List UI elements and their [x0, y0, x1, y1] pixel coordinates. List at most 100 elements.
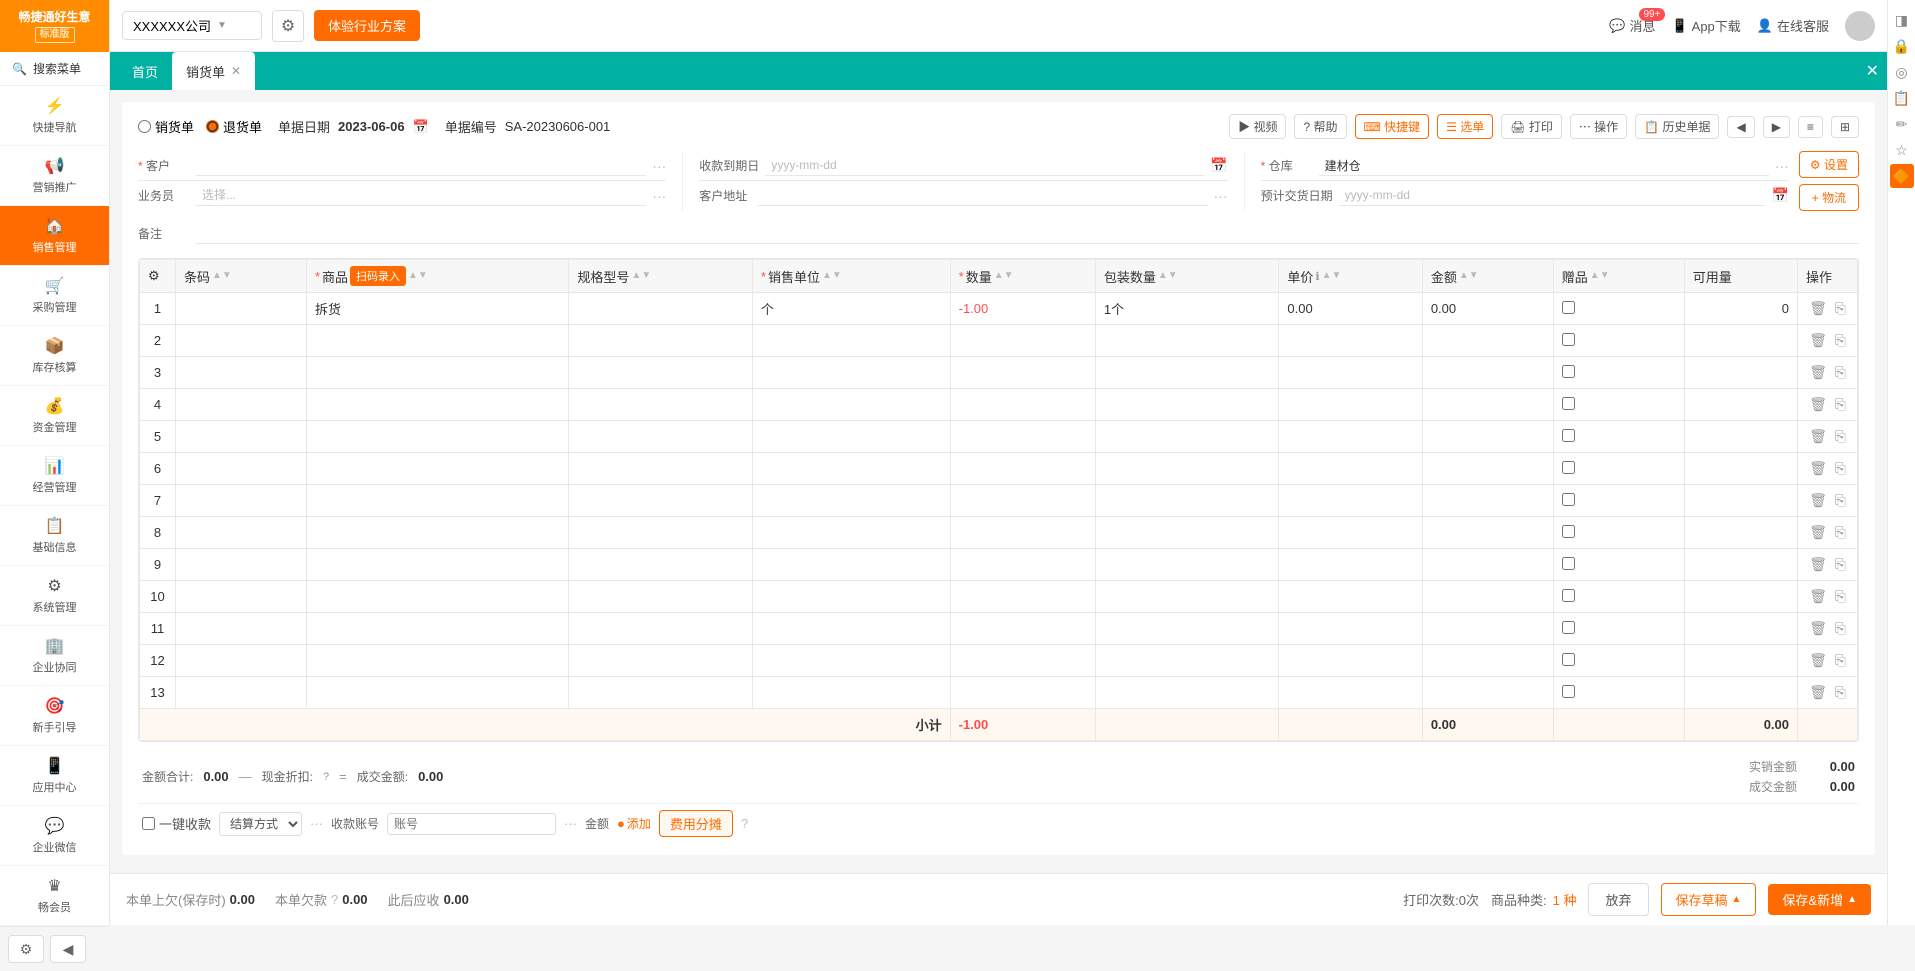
- radio-sale-input[interactable]: [138, 120, 151, 133]
- row-unit[interactable]: [752, 389, 950, 421]
- row-pkgqty[interactable]: [1095, 325, 1279, 357]
- row-price[interactable]: [1279, 325, 1422, 357]
- row-unit[interactable]: [752, 645, 950, 677]
- row-gift[interactable]: [1553, 453, 1684, 485]
- row-gift[interactable]: [1553, 293, 1684, 325]
- sidebar-item-system[interactable]: ⚙系统管理: [0, 566, 109, 626]
- delete-row-icon[interactable]: 🗑: [1809, 524, 1827, 540]
- sidebar-item-operations[interactable]: 📊经营管理: [0, 446, 109, 506]
- row-spec[interactable]: [569, 677, 753, 709]
- sidebar-item-quick-nav[interactable]: ⚡快捷导航: [0, 86, 109, 146]
- row-pkgqty[interactable]: [1095, 549, 1279, 581]
- sidebar-item-marketing[interactable]: 📢营销推广: [0, 146, 109, 206]
- price-info-icon[interactable]: ℹ: [1315, 270, 1319, 283]
- row-product[interactable]: [306, 677, 568, 709]
- row-pkgqty[interactable]: [1095, 517, 1279, 549]
- copy-row-icon[interactable]: ⎘: [1835, 652, 1846, 668]
- product-sort-icon[interactable]: ▲▼: [408, 271, 428, 281]
- copy-row-icon[interactable]: ⎘: [1835, 588, 1846, 604]
- calendar-icon-2[interactable]: 📅: [1771, 187, 1788, 204]
- account-input[interactable]: [387, 813, 556, 835]
- row-qty[interactable]: [950, 613, 1095, 645]
- company-selector[interactable]: XXXXXX公司 ▼: [122, 11, 262, 40]
- row-spec[interactable]: [569, 613, 753, 645]
- calc-method-select[interactable]: 结算方式: [219, 812, 302, 836]
- row-amount[interactable]: [1422, 421, 1553, 453]
- rt-btn-3[interactable]: ◎: [1890, 60, 1914, 84]
- sidebar-item-basic-info[interactable]: 📋基础信息: [0, 506, 109, 566]
- row-gift[interactable]: [1553, 485, 1684, 517]
- sidebar-search[interactable]: 🔍 搜索菜单: [0, 52, 109, 86]
- row-gift[interactable]: [1553, 549, 1684, 581]
- radio-sale[interactable]: 销货单: [138, 117, 194, 136]
- cash-discount-info-icon[interactable]: ?: [323, 771, 329, 783]
- row-product[interactable]: [306, 517, 568, 549]
- radio-return[interactable]: 退货单: [206, 117, 262, 136]
- sidebar-settings-btn[interactable]: ⚙: [8, 935, 44, 963]
- row-unit[interactable]: [752, 517, 950, 549]
- sidebar-item-sales[interactable]: 🏠销售管理: [0, 206, 109, 266]
- warehouse-input[interactable]: [1319, 155, 1769, 176]
- copy-row-icon[interactable]: ⎘: [1835, 300, 1846, 316]
- spec-sort-icon[interactable]: ▲▼: [631, 271, 651, 281]
- row-gift[interactable]: [1553, 517, 1684, 549]
- gift-checkbox[interactable]: [1562, 461, 1575, 474]
- fee-help-icon[interactable]: ?: [741, 816, 748, 831]
- row-pkgqty[interactable]: [1095, 453, 1279, 485]
- rt-btn-4[interactable]: 📋: [1890, 86, 1914, 110]
- row-amount[interactable]: 0.00: [1422, 293, 1553, 325]
- row-amount[interactable]: [1422, 645, 1553, 677]
- copy-row-icon[interactable]: ⎘: [1835, 364, 1846, 380]
- notes-input[interactable]: [196, 223, 1859, 244]
- row-amount[interactable]: [1422, 485, 1553, 517]
- owe-help-icon[interactable]: ?: [331, 892, 338, 907]
- row-amount[interactable]: [1422, 613, 1553, 645]
- salesperson-ellipsis[interactable]: ···: [652, 188, 666, 204]
- row-price[interactable]: [1279, 581, 1422, 613]
- row-gift[interactable]: [1553, 325, 1684, 357]
- discard-btn[interactable]: 放弃: [1588, 883, 1648, 916]
- row-pkgqty[interactable]: [1095, 581, 1279, 613]
- gift-checkbox[interactable]: [1562, 685, 1575, 698]
- rt-btn-6[interactable]: ☆: [1890, 138, 1914, 162]
- delete-row-icon[interactable]: 🗑: [1809, 588, 1827, 604]
- row-price[interactable]: [1279, 517, 1422, 549]
- one-click-payment-checkbox[interactable]: 一键收款: [142, 814, 211, 833]
- row-spec[interactable]: [569, 325, 753, 357]
- close-window-icon[interactable]: ✕: [1866, 61, 1879, 81]
- app-download-btn[interactable]: 📱 App下载: [1671, 16, 1740, 35]
- copy-row-icon[interactable]: ⎘: [1835, 396, 1846, 412]
- row-barcode[interactable]: [176, 293, 307, 325]
- prev-btn[interactable]: ◀: [1727, 116, 1754, 138]
- amount-sort-icon[interactable]: ▲▼: [1459, 271, 1479, 281]
- row-barcode[interactable]: [176, 645, 307, 677]
- history-btn[interactable]: 📋 历史单据: [1635, 114, 1719, 139]
- row-spec[interactable]: [569, 421, 753, 453]
- customer-input[interactable]: [196, 155, 646, 176]
- row-pkgqty[interactable]: [1095, 357, 1279, 389]
- sidebar-item-finance[interactable]: 💰资金管理: [0, 386, 109, 446]
- copy-row-icon[interactable]: ⎘: [1835, 492, 1846, 508]
- row-available[interactable]: [1684, 325, 1797, 357]
- row-price[interactable]: [1279, 549, 1422, 581]
- delete-row-icon[interactable]: 🗑: [1809, 300, 1827, 316]
- row-qty[interactable]: -1.00: [950, 293, 1095, 325]
- barcode-sort-icon[interactable]: ▲▼: [212, 271, 232, 281]
- copy-row-icon[interactable]: ⎘: [1835, 460, 1846, 476]
- delete-row-icon[interactable]: 🗑: [1809, 652, 1827, 668]
- topbar-gear-btn[interactable]: ⚙: [272, 10, 304, 42]
- calendar-icon-1[interactable]: 📅: [1210, 157, 1227, 174]
- rt-btn-7[interactable]: 🔶: [1890, 164, 1914, 188]
- print-btn[interactable]: 🖨 打印: [1501, 114, 1562, 139]
- row-qty[interactable]: [950, 389, 1095, 421]
- row-product[interactable]: [306, 581, 568, 613]
- row-unit[interactable]: [752, 357, 950, 389]
- save-new-btn[interactable]: 保存&新增 ▲: [1768, 884, 1871, 915]
- row-price[interactable]: [1279, 389, 1422, 421]
- row-price[interactable]: [1279, 453, 1422, 485]
- row-price[interactable]: 0.00: [1279, 293, 1422, 325]
- row-gift[interactable]: [1553, 581, 1684, 613]
- row-spec[interactable]: [569, 453, 753, 485]
- row-barcode[interactable]: [176, 389, 307, 421]
- copy-row-icon[interactable]: ⎘: [1835, 524, 1846, 540]
